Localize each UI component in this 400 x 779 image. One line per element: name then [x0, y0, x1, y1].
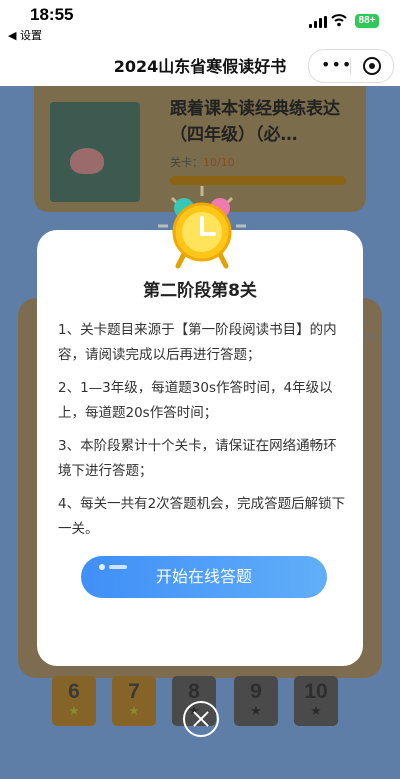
target-circle-icon[interactable] — [363, 57, 381, 75]
level-label: 关卡： — [170, 156, 203, 169]
book-level: 关卡：10/10 — [170, 154, 235, 170]
rule-item: 3、本阶段累计十个关卡，请保证在网络通畅环境下进行答题； — [58, 438, 337, 479]
status-bar: 18:55 ◀ 设置 88+ — [0, 0, 400, 44]
corner-number: 18 — [362, 331, 376, 344]
rule-item: 2、1—3年级，每道题30s作答时间，4年级以上，每道题20s作答时间； — [58, 380, 333, 421]
level-tile[interactable]: 10 ★ — [294, 676, 338, 726]
book-title: 跟着课本读经典练表达（四年级）（必… — [170, 99, 340, 145]
star-icon: ★ — [250, 703, 262, 718]
button-highlight — [99, 564, 105, 570]
level-tile[interactable]: 6 ★ — [52, 676, 96, 726]
rule-item: 1、关卡题目来源于【第一阶段阅读书目】的内容，请阅读完成以后再进行答题； — [58, 322, 337, 363]
level-number: 7 — [128, 680, 140, 703]
start-quiz-button[interactable]: 开始在线答题 — [81, 556, 327, 598]
miniprogram-capsule: ••• — [308, 49, 394, 83]
level-number: 8 — [188, 680, 200, 703]
level-rules-dialog: 第二阶段第8关 1、关卡题目来源于【第一阶段阅读书目】的内容，请阅读完成以后再进… — [37, 230, 363, 666]
level-number: 6 — [68, 680, 80, 703]
nav-bar: 2024山东省寒假读好书 ••• — [0, 44, 400, 86]
alarm-clock-icon — [158, 186, 246, 269]
close-dialog-button[interactable] — [183, 701, 219, 737]
dialog-title: 第二阶段第8关 — [143, 281, 257, 301]
start-quiz-label: 开始在线答题 — [155, 567, 252, 586]
capsule-divider — [350, 58, 351, 74]
star-icon: ★ — [310, 703, 322, 718]
star-icon: ★ — [68, 703, 80, 718]
rule-item: 4、每关一共有2次答题机会，完成答题后解锁下一关。 — [58, 496, 346, 537]
status-time: 18:55 — [30, 5, 74, 24]
wifi-icon — [331, 14, 347, 27]
battery-icon: 88+ — [355, 14, 379, 28]
book-cover-image — [50, 102, 140, 202]
back-to-settings-link[interactable]: ◀ 设置 — [8, 27, 42, 43]
level-number: 10 — [304, 680, 328, 703]
star-icon: ★ — [128, 703, 140, 718]
cellular-signal-icon — [309, 16, 327, 28]
level-value: 10/10 — [203, 156, 235, 169]
level-tile[interactable]: 9 ★ — [234, 676, 278, 726]
level-tile[interactable]: 7 ★ — [112, 676, 156, 726]
level-number: 9 — [250, 680, 262, 703]
lotus-illustration — [70, 148, 104, 174]
more-dots-icon[interactable]: ••• — [321, 57, 352, 73]
rules-list: 1、关卡题目来源于【第一阶段阅读书目】的内容，请阅读完成以后再进行答题； 2、1… — [58, 318, 348, 550]
button-highlight — [109, 565, 127, 569]
